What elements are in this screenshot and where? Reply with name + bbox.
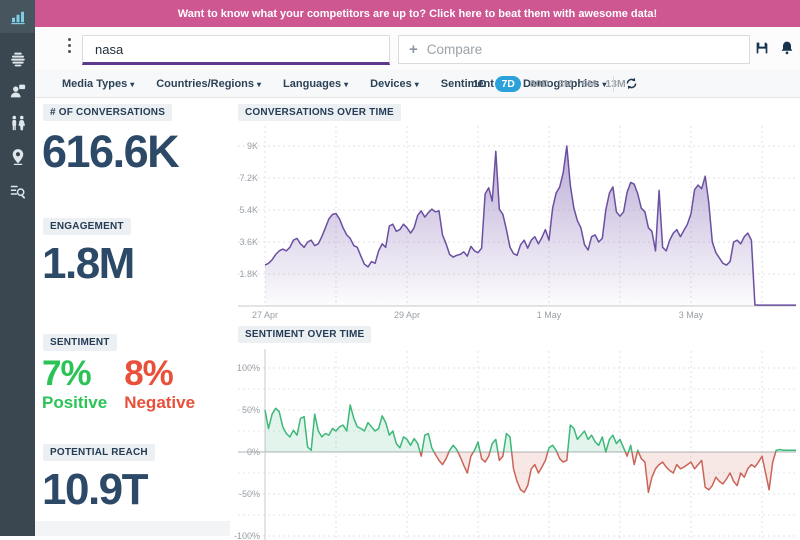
- reach-stat-label: POTENTIAL REACH: [43, 444, 155, 461]
- sidebar-item-topics[interactable]: [0, 42, 35, 75]
- influencers-icon: [9, 82, 27, 100]
- time-option-3m[interactable]: 3M: [558, 78, 573, 90]
- sidebar: [0, 0, 35, 536]
- saved-search-icon: [9, 182, 27, 200]
- time-option-7d-selected[interactable]: 7D: [495, 75, 521, 92]
- sentiment-over-time-chart[interactable]: 100%50%0%-50%-100%: [230, 345, 800, 540]
- topic-sphere-icon: [9, 50, 27, 68]
- chevron-down-icon: ▾: [130, 79, 135, 89]
- time-option-30d[interactable]: 30D: [530, 78, 549, 90]
- compare-box: +: [398, 35, 750, 64]
- refresh-button[interactable]: [624, 76, 639, 91]
- compare-input[interactable]: [424, 41, 739, 58]
- sidebar-item-demographics[interactable]: [0, 106, 35, 139]
- sentiment-positive-value: 7%: [42, 354, 92, 393]
- refresh-icon: [626, 77, 637, 90]
- chevron-down-icon: ▾: [257, 79, 262, 89]
- sentiment-chart-title: SENTIMENT OVER TIME: [238, 326, 372, 343]
- panel-edge: [35, 521, 230, 536]
- kebab-menu-icon[interactable]: [68, 38, 71, 53]
- svg-text:27 Apr: 27 Apr: [252, 310, 278, 320]
- time-range-selector: 1D 7D 30D 3M 6M 13M: [473, 70, 626, 97]
- divider: [613, 76, 614, 92]
- chevron-down-icon: ▾: [344, 79, 349, 89]
- bell-icon: [779, 40, 795, 56]
- promo-banner-text: Want to know what your competitors are u…: [177, 7, 658, 20]
- search-input[interactable]: [83, 36, 389, 62]
- chevron-down-icon: ▾: [414, 79, 419, 89]
- conversations-over-time-chart[interactable]: 1.8K 3.6K 5.4K 7.2K 9K 27 Apr 29 Apr 1 May 3 May: [230, 120, 800, 322]
- notifications-button[interactable]: [779, 40, 795, 56]
- sentiment-negative-label: Negative: [124, 393, 196, 412]
- svg-text:3 May: 3 May: [679, 310, 704, 320]
- svg-text:1.8K: 1.8K: [239, 269, 258, 279]
- save-icon: [754, 40, 770, 56]
- axis-labels: 100%50%0%-50%-100%: [234, 363, 260, 540]
- filter-languages[interactable]: Languages ▾: [283, 78, 348, 90]
- sentiment-stat-label: SENTIMENT: [43, 334, 117, 351]
- search-box: [82, 35, 390, 65]
- svg-text:29 Apr: 29 Apr: [394, 310, 420, 320]
- sentiment-negative-value: 8%: [124, 354, 174, 393]
- filter-countries-regions[interactable]: Countries/Regions ▾: [156, 78, 261, 90]
- plus-icon: +: [409, 41, 418, 58]
- svg-text:100%: 100%: [237, 363, 260, 373]
- time-option-1d[interactable]: 1D: [473, 78, 486, 90]
- promo-banner[interactable]: Want to know what your competitors are u…: [35, 0, 800, 27]
- svg-text:5.4K: 5.4K: [239, 205, 258, 215]
- svg-text:3.6K: 3.6K: [239, 237, 258, 247]
- svg-text:0%: 0%: [247, 447, 260, 457]
- bar-chart-icon: [9, 8, 27, 26]
- sidebar-item-influencers[interactable]: [0, 74, 35, 107]
- svg-text:-50%: -50%: [239, 489, 260, 499]
- area-series: [264, 145, 796, 306]
- sentiment-positive-label: Positive: [42, 393, 108, 412]
- svg-text:50%: 50%: [242, 405, 260, 415]
- svg-text:9K: 9K: [247, 141, 258, 151]
- conversations-stat-label: # OF CONVERSATIONS: [43, 104, 173, 121]
- demographics-icon: [9, 114, 27, 132]
- reach-stat-value: 10.9T: [42, 465, 149, 514]
- filter-media-types[interactable]: Media Types ▾: [62, 78, 134, 90]
- svg-text:7.2K: 7.2K: [239, 173, 258, 183]
- filter-devices[interactable]: Devices ▾: [370, 78, 419, 90]
- filter-bar: Media Types ▾ Countries/Regions ▾ Language…: [35, 70, 800, 98]
- sidebar-item-saved-searches[interactable]: [0, 174, 35, 207]
- conversations-chart-title: CONVERSATIONS OVER TIME: [238, 104, 401, 121]
- engagement-stat-value: 1.8M: [42, 239, 135, 288]
- sidebar-item-dashboard[interactable]: [0, 0, 35, 33]
- line-series: [264, 404, 796, 494]
- sidebar-item-geography[interactable]: [0, 140, 35, 173]
- svg-text:1 May: 1 May: [537, 310, 562, 320]
- conversations-stat-value: 616.6K: [42, 126, 180, 177]
- engagement-stat-label: ENGAGEMENT: [43, 218, 131, 235]
- save-button[interactable]: [754, 40, 770, 56]
- time-option-13m[interactable]: 13M: [605, 78, 625, 90]
- time-option-6m[interactable]: 6M: [582, 78, 597, 90]
- sentiment-stat: 7% Positive 8% Negative: [42, 356, 195, 413]
- map-pin-icon: [9, 148, 27, 166]
